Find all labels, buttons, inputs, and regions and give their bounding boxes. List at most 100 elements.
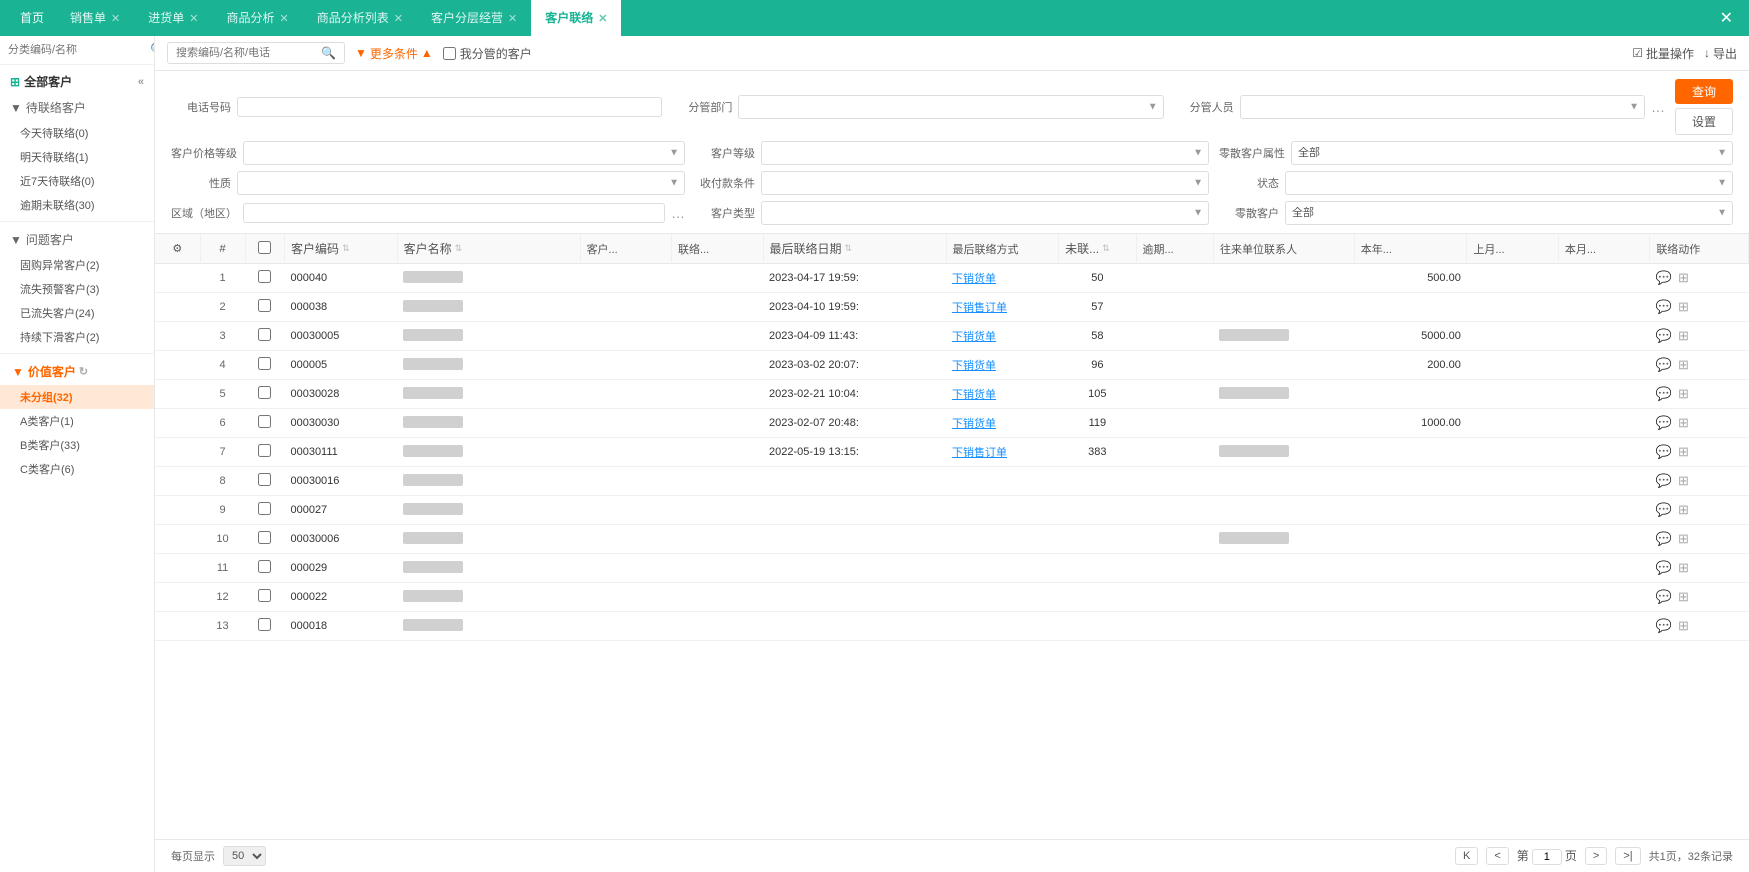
chat-icon[interactable]: 💬	[1656, 502, 1672, 518]
row-checkbox[interactable]	[258, 357, 271, 370]
nav-tab-customer-contact[interactable]: 客户联络✕	[531, 0, 621, 36]
row-check[interactable]	[245, 351, 284, 380]
chat-icon[interactable]: 💬	[1656, 618, 1672, 634]
row-check[interactable]	[245, 554, 284, 583]
tab-close-pa[interactable]: ✕	[280, 13, 289, 25]
dept-select[interactable]	[738, 95, 1163, 119]
per-page-select[interactable]: 50	[223, 846, 266, 866]
sidebar-item-overdue[interactable]: 逾期未联络(30)	[0, 193, 154, 217]
tab-close-purchase[interactable]: ✕	[189, 13, 198, 25]
sidebar-item-c-class[interactable]: C类客户(6)	[0, 457, 154, 481]
row-last-method[interactable]: 下销货单	[946, 409, 1059, 438]
grid-action-icon[interactable]: ⊞	[1678, 560, 1689, 576]
chat-icon[interactable]: 💬	[1656, 560, 1672, 576]
grid-action-icon[interactable]: ⊞	[1678, 531, 1689, 547]
tab-close-ct[interactable]: ✕	[508, 13, 517, 25]
row-checkbox[interactable]	[258, 589, 271, 602]
gear-header[interactable]: ⚙	[155, 234, 200, 264]
grid-action-icon[interactable]: ⊞	[1678, 270, 1689, 286]
export-btn[interactable]: ↓ 导出	[1704, 45, 1737, 62]
retail-attr-select[interactable]: 全部	[1291, 141, 1733, 165]
row-checkbox[interactable]	[258, 618, 271, 631]
phone-input[interactable]	[237, 97, 662, 117]
my-customers-checkbox[interactable]	[443, 47, 456, 60]
grid-action-icon[interactable]: ⊞	[1678, 589, 1689, 605]
sidebar-search-input[interactable]	[8, 44, 150, 56]
row-last-method[interactable]	[946, 583, 1059, 612]
row-last-method[interactable]: 下销货单	[946, 322, 1059, 351]
row-last-method[interactable]	[946, 525, 1059, 554]
grid-action-icon[interactable]: ⊞	[1678, 415, 1689, 431]
select-all-checkbox[interactable]	[258, 241, 271, 254]
prev-page-btn[interactable]: <	[1486, 847, 1508, 865]
status-select[interactable]	[1285, 171, 1733, 195]
grid-action-icon[interactable]: ⊞	[1678, 357, 1689, 373]
row-last-method[interactable]: 下销货单	[946, 380, 1059, 409]
nav-home[interactable]: 首页	[8, 0, 56, 36]
nav-tab-customer-tier[interactable]: 客户分层经营✕	[417, 0, 531, 36]
refresh-icon[interactable]: ↻	[79, 365, 88, 378]
next-page-btn[interactable]: >	[1585, 847, 1607, 865]
chat-icon[interactable]: 💬	[1656, 328, 1672, 344]
query-btn[interactable]: 查询	[1675, 79, 1733, 104]
grid-action-icon[interactable]: ⊞	[1678, 473, 1689, 489]
chat-icon[interactable]: 💬	[1656, 415, 1672, 431]
row-checkbox[interactable]	[258, 502, 271, 515]
row-checkbox[interactable]	[258, 415, 271, 428]
row-check[interactable]	[245, 438, 284, 467]
row-last-method[interactable]	[946, 554, 1059, 583]
chat-icon[interactable]: 💬	[1656, 589, 1672, 605]
row-check[interactable]	[245, 409, 284, 438]
window-close-btn[interactable]: ✕	[1712, 8, 1741, 28]
name-header[interactable]: 客户名称⇅	[397, 234, 580, 264]
row-checkbox[interactable]	[258, 531, 271, 544]
grid-action-icon[interactable]: ⊞	[1678, 618, 1689, 634]
sidebar-item-abnormal[interactable]: 固购异常客户(2)	[0, 253, 154, 277]
row-check[interactable]	[245, 496, 284, 525]
row-last-method[interactable]	[946, 612, 1059, 641]
chat-icon[interactable]: 💬	[1656, 386, 1672, 402]
last-page-btn[interactable]: >|	[1615, 847, 1640, 865]
row-checkbox[interactable]	[258, 473, 271, 486]
more-conditions-btn[interactable]: ▼ 更多条件 ▲	[355, 45, 433, 62]
row-check[interactable]	[245, 467, 284, 496]
grid-action-icon[interactable]: ⊞	[1678, 386, 1689, 402]
grid-action-icon[interactable]: ⊞	[1678, 502, 1689, 518]
nav-tab-purchase[interactable]: 进货单✕	[134, 0, 212, 36]
chat-icon[interactable]: 💬	[1656, 270, 1672, 286]
tab-close-sales[interactable]: ✕	[111, 13, 120, 25]
sidebar-item-declining[interactable]: 持续下滑客户(2)	[0, 325, 154, 349]
chat-icon[interactable]: 💬	[1656, 531, 1672, 547]
grid-action-icon[interactable]: ⊞	[1678, 328, 1689, 344]
row-last-method[interactable]: 下销售订单	[946, 438, 1059, 467]
row-check[interactable]	[245, 322, 284, 351]
retail-customer-select[interactable]: 全部	[1285, 201, 1733, 225]
nav-tab-sales[interactable]: 销售单✕	[56, 0, 134, 36]
person-more-btn[interactable]: …	[1651, 99, 1665, 115]
row-checkbox[interactable]	[258, 560, 271, 573]
row-check[interactable]	[245, 583, 284, 612]
sidebar-item-tomorrow[interactable]: 明天待联络(1)	[0, 145, 154, 169]
pay-term-select[interactable]	[761, 171, 1209, 195]
tab-close-pl[interactable]: ✕	[394, 13, 403, 25]
grid-action-icon[interactable]: ⊞	[1678, 299, 1689, 315]
page-number-input[interactable]	[1532, 849, 1562, 865]
row-check[interactable]	[245, 293, 284, 322]
chat-icon[interactable]: 💬	[1656, 473, 1672, 489]
sidebar-item-ungrouped[interactable]: 未分组(32)	[0, 385, 154, 409]
customer-type-select[interactable]	[761, 201, 1209, 225]
my-customers-filter[interactable]: 我分管的客户	[443, 45, 532, 62]
region-more-btn[interactable]: …	[671, 205, 685, 221]
sidebar-item-churned[interactable]: 已流失客户(24)	[0, 301, 154, 325]
filter-search-icon[interactable]: 🔍	[321, 46, 336, 60]
sidebar-item-a-class[interactable]: A类客户(1)	[0, 409, 154, 433]
sidebar-item-today[interactable]: 今天待联络(0)	[0, 121, 154, 145]
first-page-btn[interactable]: K	[1455, 847, 1478, 865]
nav-tab-product-list[interactable]: 商品分析列表✕	[303, 0, 417, 36]
row-checkbox[interactable]	[258, 386, 271, 399]
all-customers-title[interactable]: ⊞ 全部客户 «	[0, 65, 154, 94]
grid-action-icon[interactable]: ⊞	[1678, 444, 1689, 460]
value-group-label[interactable]: ▼ 价值客户 ↻	[0, 358, 154, 385]
price-level-select[interactable]	[243, 141, 685, 165]
region-input[interactable]	[243, 203, 665, 223]
